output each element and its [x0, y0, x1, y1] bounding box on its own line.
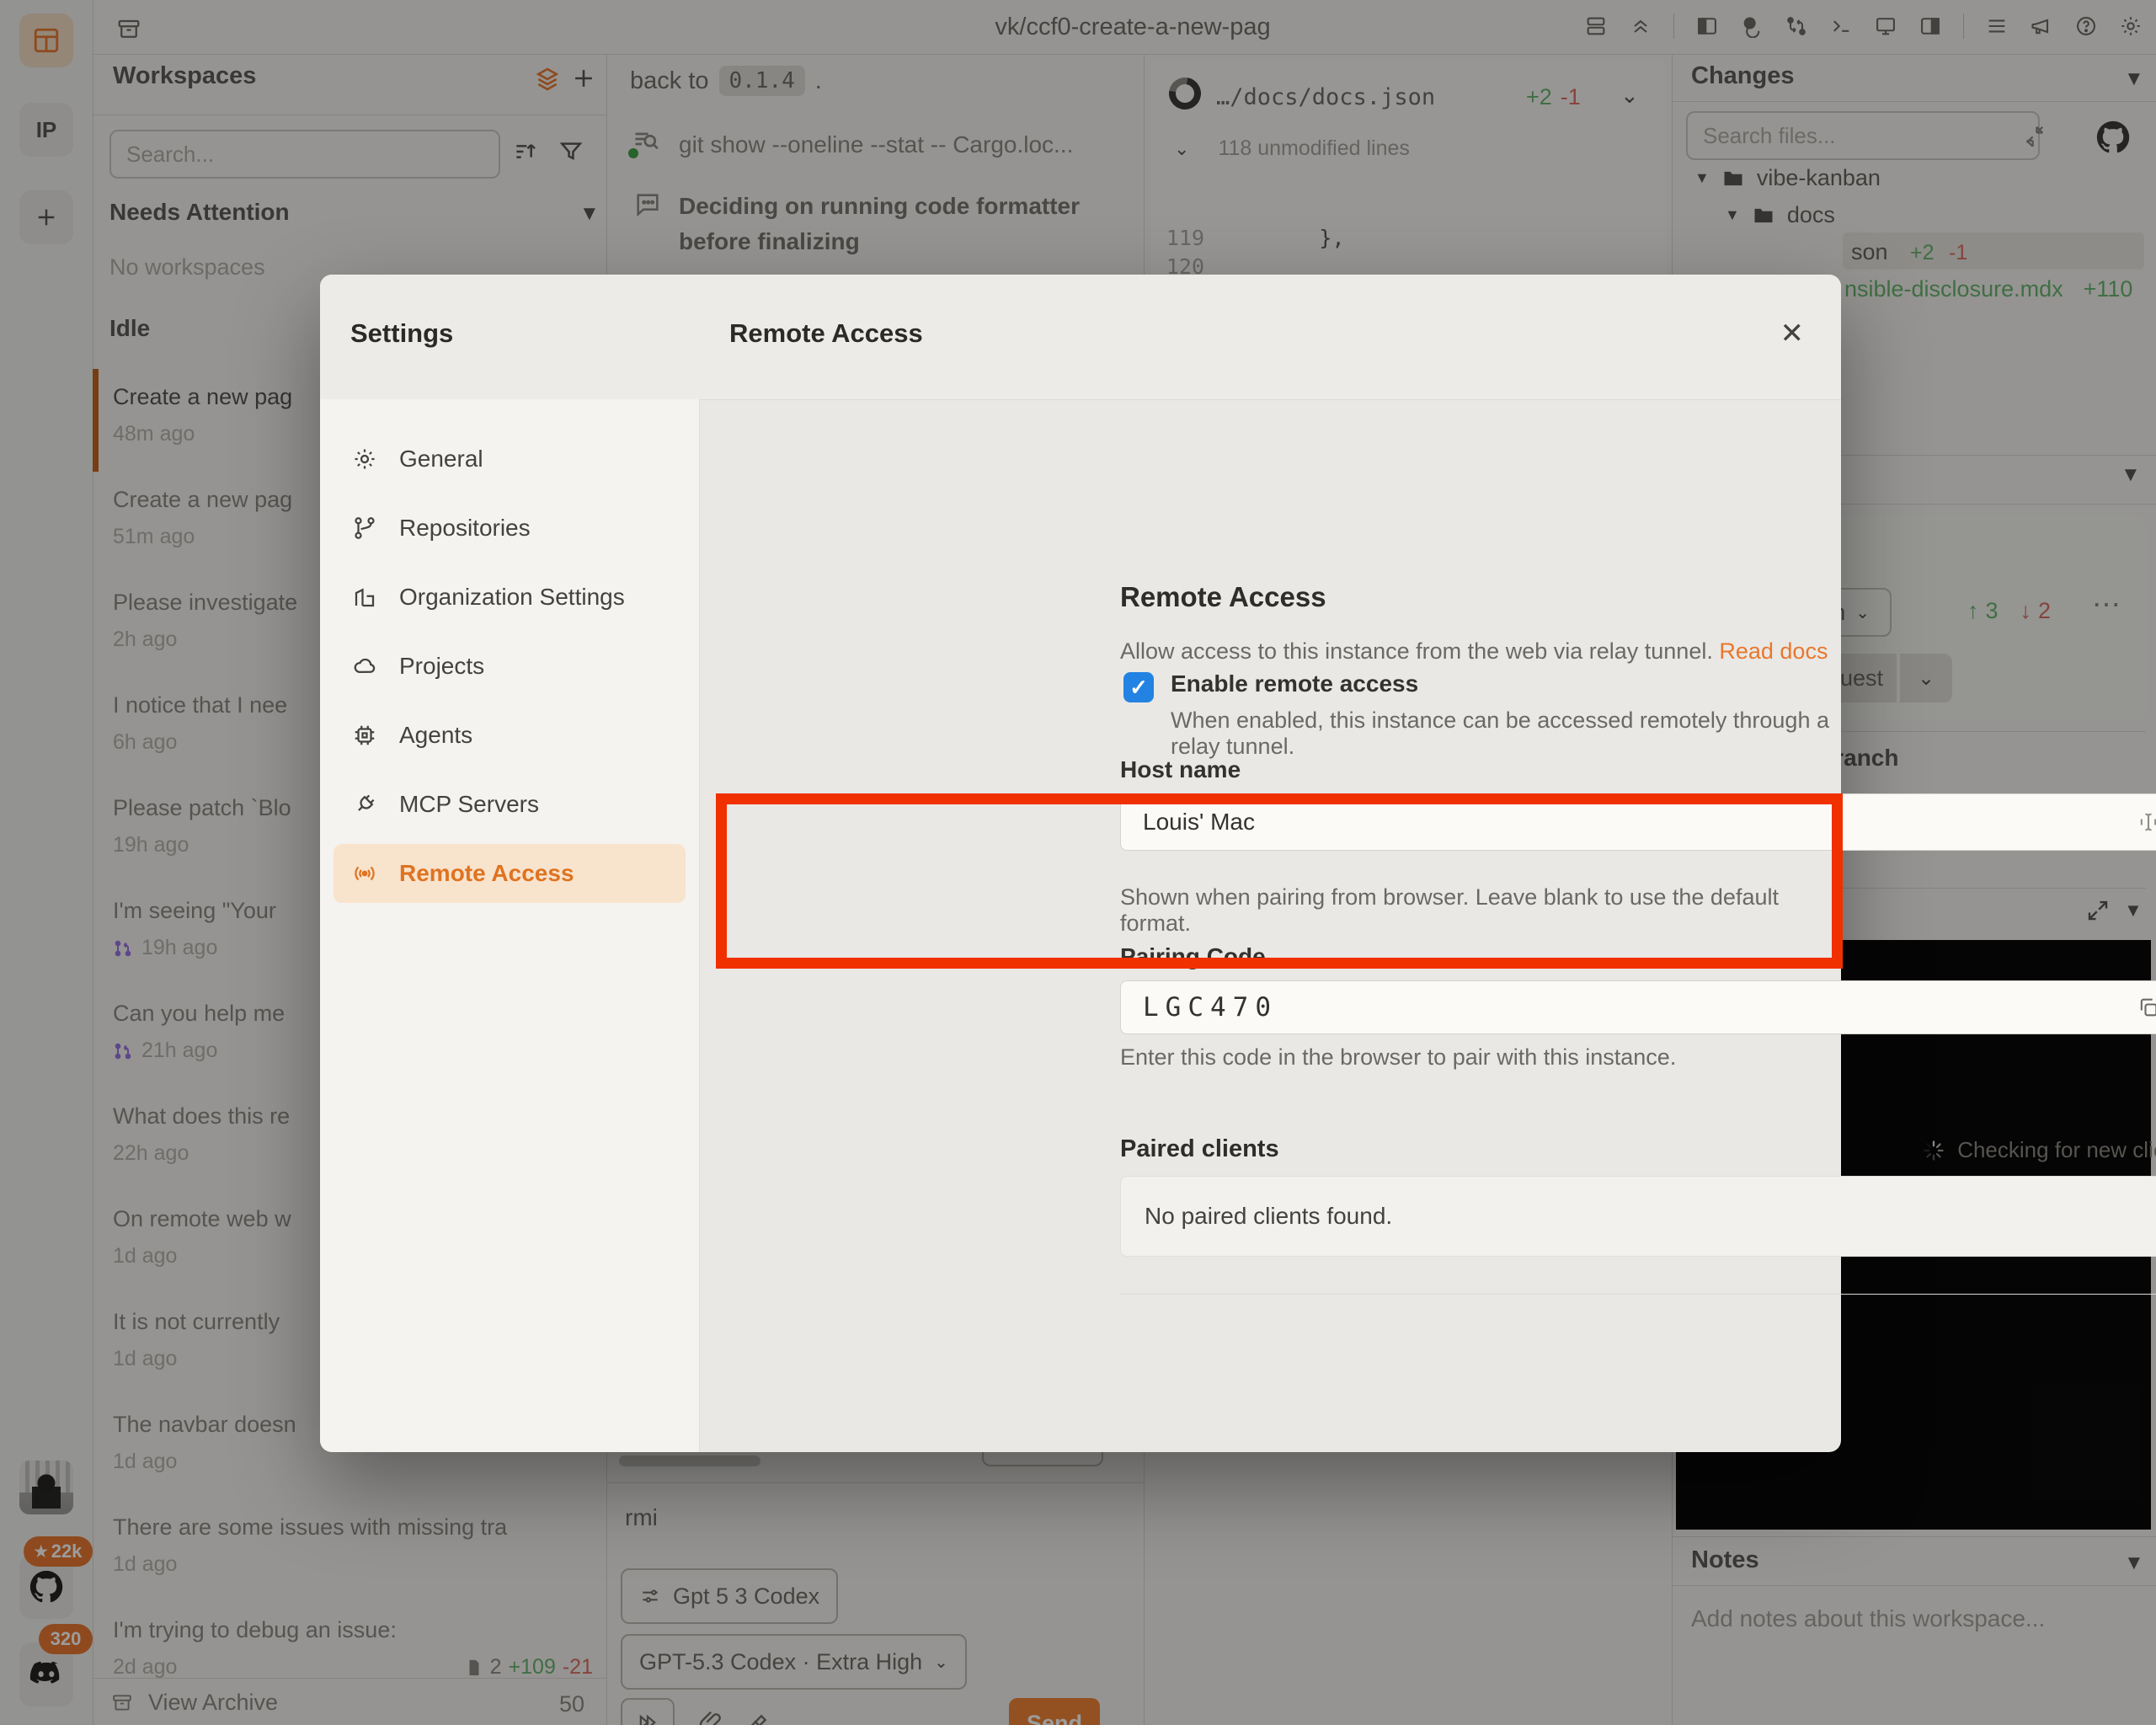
- settings-nav: General Repositories Organization Settin…: [320, 399, 700, 1452]
- plug-icon: [352, 792, 377, 817]
- pairing-code-help: Enter this code in the browser to pair w…: [1120, 1044, 1676, 1071]
- broadcast-icon: [352, 861, 377, 886]
- nav-item-agents[interactable]: Agents: [334, 706, 686, 765]
- nav-item-repositories[interactable]: Repositories: [334, 499, 686, 558]
- dialog-title: Remote Access: [729, 318, 923, 349]
- content-divider: [1120, 1294, 2156, 1295]
- host-name-label: Host name: [1120, 756, 1241, 783]
- nav-item-general[interactable]: General: [334, 430, 686, 489]
- check-icon: ✓: [1129, 675, 1148, 701]
- paired-clients-empty: No paired clients found.: [1120, 1176, 2156, 1257]
- app-window: IP ★ 22k 320 vk/ccf0-create-a-: [0, 0, 2156, 1725]
- enable-remote-access-checkbox[interactable]: ✓: [1123, 672, 1154, 702]
- read-docs-link[interactable]: Read docs: [1719, 638, 1828, 664]
- section-description: Allow access to this instance from the w…: [1120, 638, 1828, 665]
- pairing-code-highlight-annotation: [716, 793, 1843, 969]
- gear-icon: [352, 446, 377, 472]
- paired-clients-title: Paired clients: [1120, 1135, 1279, 1163]
- paired-clients-status: Checking for new clients: [1836, 1137, 2156, 1163]
- nav-item-remote-access[interactable]: Remote Access: [334, 844, 686, 903]
- enable-remote-access-label: Enable remote access: [1171, 670, 1418, 697]
- cpu-icon: [352, 723, 377, 748]
- nav-item-projects[interactable]: Projects: [334, 637, 686, 696]
- dialog-header: Settings Remote Access ✕: [320, 275, 1841, 400]
- section-title: Remote Access: [1120, 581, 1326, 613]
- nav-item-mcp-servers[interactable]: MCP Servers: [334, 775, 686, 834]
- cloud-icon: [352, 654, 377, 679]
- settings-title: Settings: [350, 318, 453, 349]
- loading-spinner-icon: [1922, 1139, 1945, 1162]
- building-icon: [352, 585, 377, 610]
- nav-item-organization-settings[interactable]: Organization Settings: [334, 568, 686, 627]
- copy-icon[interactable]: [2137, 996, 2156, 1019]
- enable-remote-access-help: When enabled, this instance can be acces…: [1171, 708, 1841, 760]
- close-icon[interactable]: ✕: [1780, 317, 1805, 350]
- pairing-code-field[interactable]: LGC470: [1120, 980, 2156, 1034]
- text-cursor-input-icon: [2137, 810, 2156, 834]
- git-branch-icon: [352, 515, 377, 541]
